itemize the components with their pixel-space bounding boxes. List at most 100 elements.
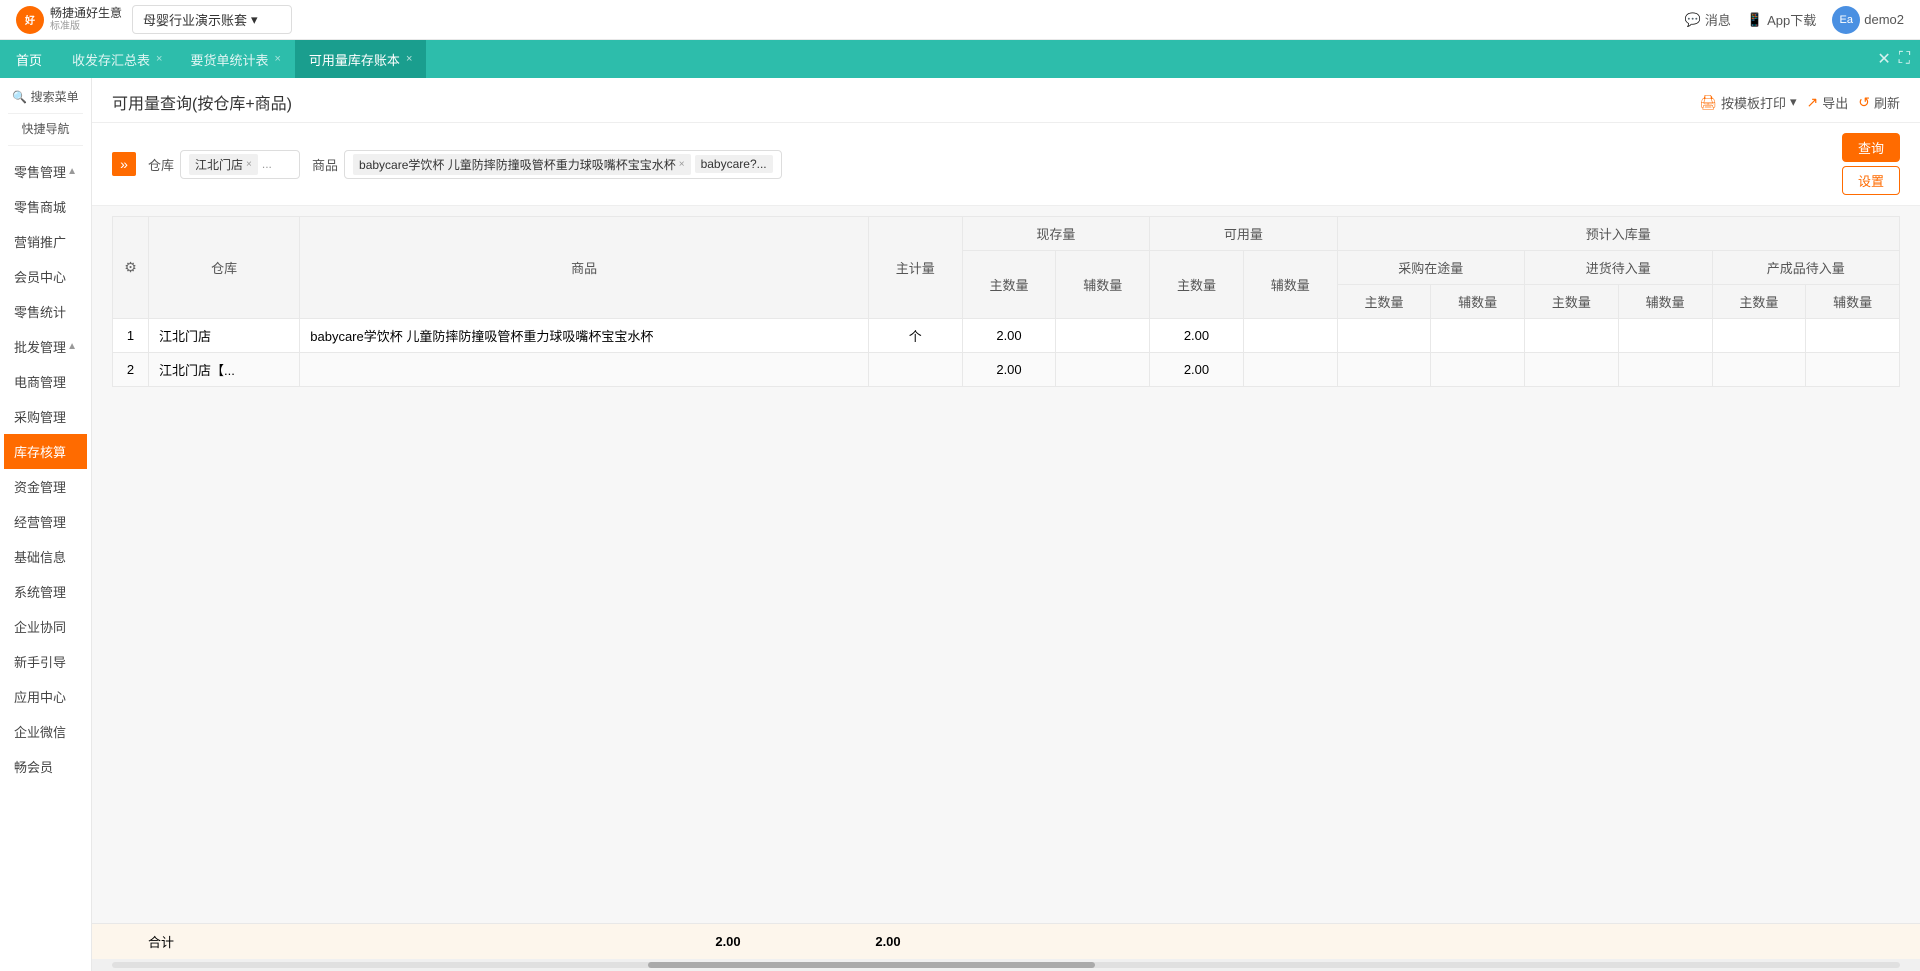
table-row: 2 江北门店【... 2.00 2.00 [113,353,1900,387]
message-button[interactable]: 💬 消息 [1685,10,1731,29]
cell-incoming-aux-2 [1618,353,1712,387]
sidebar-item-retail-mgmt[interactable]: 零售管理 ▲ [4,154,87,189]
user-area[interactable]: Ea demo2 [1832,6,1904,34]
logo-icon: 好 [16,6,44,34]
sidebar-item-member[interactable]: 畅会员 [4,749,87,784]
th-main-unit: 主计量 [868,217,962,319]
sidebar-item-inventory[interactable]: 库存核算 [4,434,87,469]
settings-icon[interactable]: ⚙ [124,259,137,275]
close-tab-1[interactable]: × [156,53,162,65]
cell-available-main-1: 2.00 [1150,319,1244,353]
th-stock-group: 现存量 [962,217,1149,251]
cell-warehouse-2: 江北门店【... [149,353,300,387]
th-incoming-group: 进货待入量 [1525,251,1712,285]
sidebar-section: 零售管理 ▲ 零售商城 营销推广 会员中心 零售统计 批发管理 ▲ 电商管理 [0,148,91,790]
page-actions: 🖨 按模板打印 ▾ ↗ 导出 ↺ 刷新 [1699,93,1900,112]
logo-area: 好 畅捷通好生意 标准版 [16,6,122,34]
th-incoming-main: 主数量 [1525,285,1619,319]
sidebar-item-app-center[interactable]: 应用中心 [4,679,87,714]
sidebar-item-enterprise-wechat[interactable]: 企业微信 [4,714,87,749]
warehouse-label: 仓库 [148,155,174,174]
scrollbar-area[interactable] [92,959,1920,971]
close-tab-3[interactable]: × [406,53,412,65]
cell-purchase-aux-1 [1431,319,1525,353]
sidebar-item-wholesale-mgmt[interactable]: 批发管理 ▲ [4,329,87,364]
refresh-button[interactable]: ↺ 刷新 [1858,93,1900,112]
cell-stock-main-1: 2.00 [962,319,1056,353]
table-row: 1 江北门店 babycare学饮杯 儿童防摔防撞吸管杯重力球吸嘴杯宝宝水杯 个… [113,319,1900,353]
industry-selector[interactable]: 母婴行业演示账套 ▾ [132,5,292,34]
page-title: 可用量查询(按仓库+商品) [112,90,292,114]
expand-window-button[interactable]: ⛶ [1899,50,1910,68]
content-area: 可用量查询(按仓库+商品) 🖨 按模板打印 ▾ ↗ 导出 ↺ 刷新 [92,78,1920,971]
expand-filter-button[interactable]: » [112,152,136,176]
product-tag-2: babycare?... [695,155,773,173]
refresh-icon: ↺ [1858,94,1870,111]
logo-text: 畅捷通好生意 标准版 [50,6,122,32]
close-tab-2[interactable]: × [274,53,280,65]
product-input[interactable]: babycare学饮杯 儿童防摔防撞吸管杯重力球吸嘴杯宝宝水杯 × babyca… [344,150,782,179]
settings-button[interactable]: 设置 [1842,166,1900,195]
th-settings[interactable]: ⚙ [113,217,149,319]
cell-incoming-main-2 [1525,353,1619,387]
cell-production-aux-1 [1806,319,1900,353]
download-icon: 📱 [1747,12,1763,28]
remove-warehouse-tag[interactable]: × [246,159,252,170]
chevron-down-icon: ▾ [251,12,258,28]
sidebar-item-ecommerce[interactable]: 电商管理 [4,364,87,399]
tab-available-stock[interactable]: 可用量库存账本 × [295,40,426,78]
sidebar-item-retail-shop[interactable]: 零售商城 [4,189,87,224]
page-header: 可用量查询(按仓库+商品) 🖨 按模板打印 ▾ ↗ 导出 ↺ 刷新 [92,78,1920,123]
sidebar-item-member-center[interactable]: 会员中心 [4,259,87,294]
th-incoming-aux: 辅数量 [1618,285,1712,319]
top-bar: 好 畅捷通好生意 标准版 母婴行业演示账套 ▾ 💬 消息 📱 App下载 Ea … [0,0,1920,40]
cell-stock-main-2: 2.00 [962,353,1056,387]
data-table: ⚙ 仓库 商品 主计量 现存量 可用量 预计入库量 主数量 辅数量 主数量 辅数… [112,216,1900,387]
scrollbar-thumb[interactable] [648,962,1095,968]
nav-tabs: 首页 收发存汇总表 × 要货单统计表 × 可用量库存账本 × ✕ ⛶ [0,40,1920,78]
sidebar-divider-1 [8,113,83,114]
sidebar-item-marketing[interactable]: 营销推广 [4,224,87,259]
footer-available-main: 2.00 [848,934,928,949]
sidebar-divider-2 [8,145,83,146]
tab-collection-report[interactable]: 收发存汇总表 × [58,40,176,78]
cell-available-aux-1 [1243,319,1337,353]
warehouse-input[interactable]: 江北门店 × ... [180,150,300,179]
scrollbar-track[interactable] [112,962,1900,968]
cell-warehouse-1: 江北门店 [149,319,300,353]
product-tag-1: babycare学饮杯 儿童防摔防撞吸管杯重力球吸嘴杯宝宝水杯 × [353,154,691,175]
top-bar-right: 💬 消息 📱 App下载 Ea demo2 [1685,6,1904,34]
filter-actions: 查询 设置 [1842,133,1900,195]
sidebar-search[interactable]: 🔍 搜索菜单 [0,78,91,111]
cell-stock-aux-2 [1056,353,1150,387]
th-purchase-aux: 辅数量 [1431,285,1525,319]
sidebar-item-basic-info[interactable]: 基础信息 [4,539,87,574]
close-all-tabs-button[interactable]: ✕ [1877,49,1890,69]
warehouse-more[interactable]: ... [262,157,272,171]
export-button[interactable]: ↗ 导出 [1807,93,1849,112]
th-forecast-group: 预计入库量 [1337,217,1899,251]
filter-product-group: 商品 babycare学饮杯 儿童防摔防撞吸管杯重力球吸嘴杯宝宝水杯 × bab… [312,150,782,179]
sidebar-item-purchase[interactable]: 采购管理 [4,399,87,434]
remove-product-tag-1[interactable]: × [679,159,685,170]
th-product: 商品 [300,217,869,319]
sidebar-item-enterprise-collab[interactable]: 企业协同 [4,609,87,644]
query-button[interactable]: 查询 [1842,133,1900,162]
tab-order-stats[interactable]: 要货单统计表 × [176,40,294,78]
sidebar-item-finance[interactable]: 资金管理 [4,469,87,504]
chevron-icon-0: ▲ [67,166,77,177]
tab-home[interactable]: 首页 [0,40,58,78]
sidebar-item-operations[interactable]: 经营管理 [4,504,87,539]
cell-production-main-2 [1712,353,1806,387]
cell-unit-1: 个 [868,319,962,353]
footer-stock-main: 2.00 [688,934,768,949]
footer-bar: 合计 2.00 2.00 [92,923,1920,959]
download-button[interactable]: 📱 App下载 [1747,10,1816,29]
print-button[interactable]: 🖨 按模板打印 ▾ [1699,93,1796,112]
sidebar-item-new-guide[interactable]: 新手引导 [4,644,87,679]
cell-available-aux-2 [1243,353,1337,387]
sidebar-item-system-mgmt[interactable]: 系统管理 [4,574,87,609]
sidebar-item-retail-stats[interactable]: 零售统计 [4,294,87,329]
sidebar-quick-nav[interactable]: 快捷导航 [0,116,91,143]
cell-purchase-main-1 [1337,319,1431,353]
